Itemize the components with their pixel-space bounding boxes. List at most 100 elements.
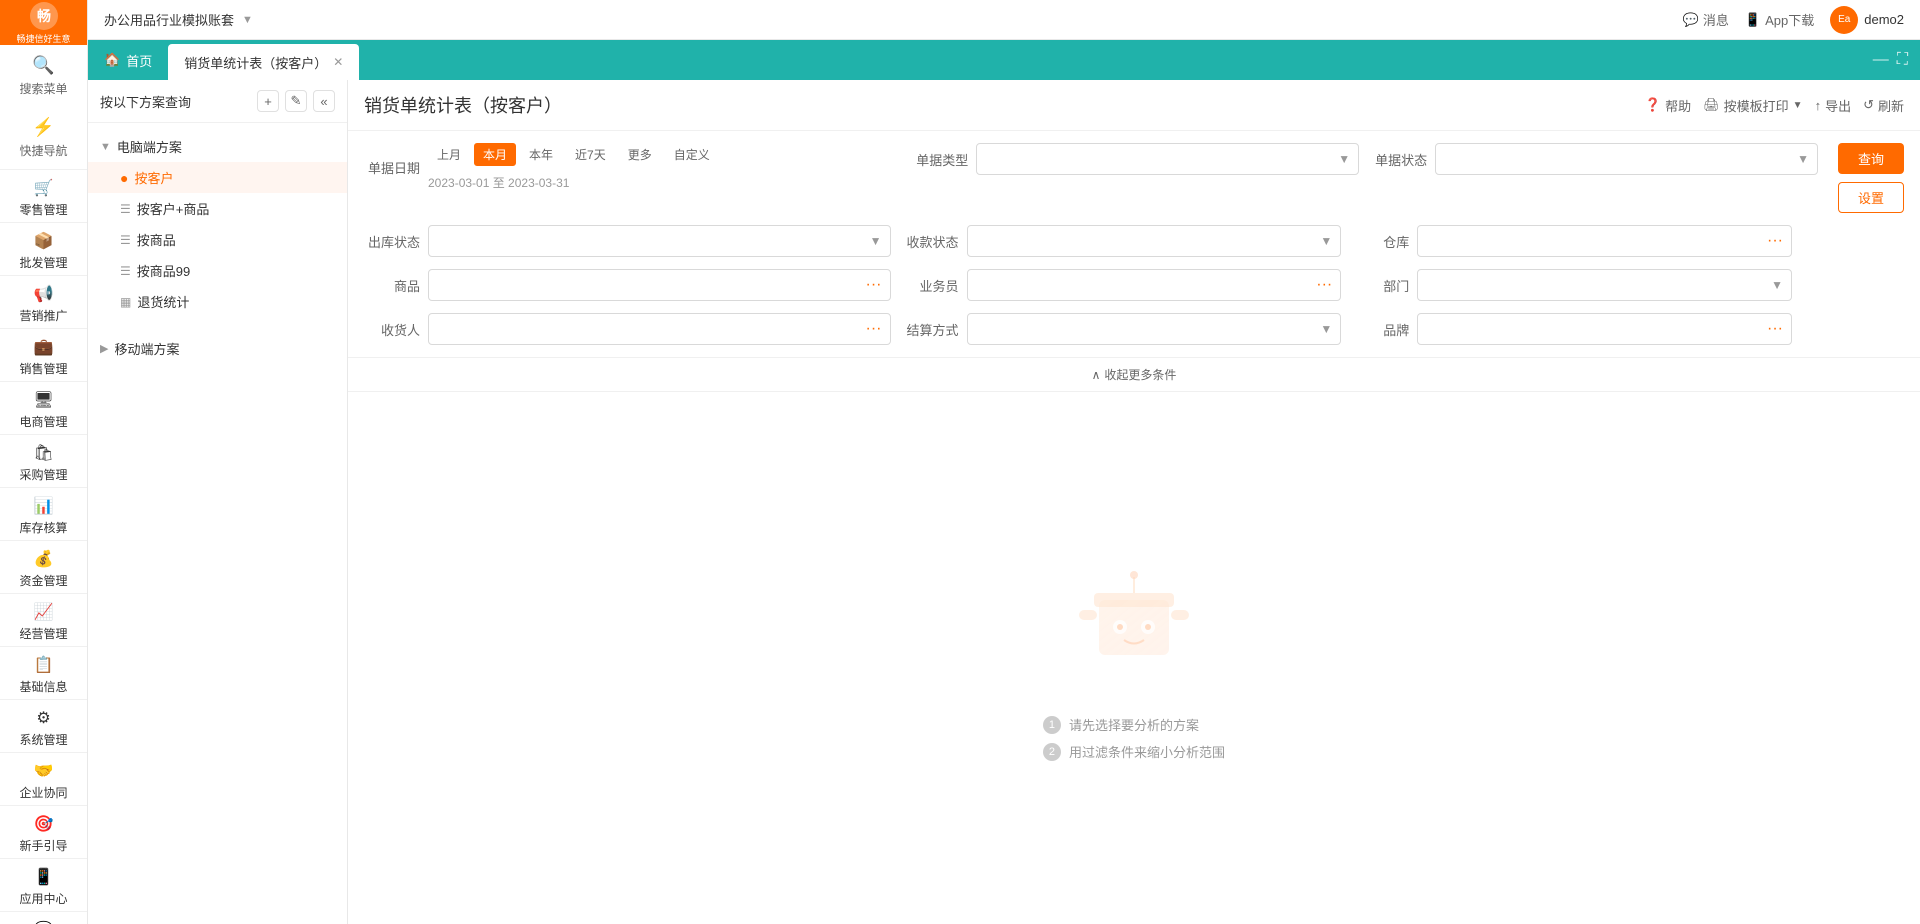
sidebar-item-retail[interactable]: 🛒 零售管理: [0, 169, 88, 222]
product-dots[interactable]: ···: [866, 276, 882, 294]
sidebar-item-quick-nav[interactable]: ⚡ 快捷导航: [0, 107, 88, 169]
sidebar-item-app-center[interactable]: 📱 应用中心: [0, 858, 88, 911]
date-btn-more[interactable]: 更多: [619, 143, 661, 166]
settlement-select[interactable]: ▼: [967, 313, 1342, 345]
tree-child-return-stats[interactable]: ▦ 退货统计: [88, 286, 347, 317]
date-btn-this-month[interactable]: 本月: [474, 143, 516, 166]
logo-subtitle: 畅捷信好生意: [16, 34, 70, 45]
print-icon: 🖨: [1703, 97, 1720, 113]
brand-input[interactable]: ···: [1417, 313, 1792, 345]
receive-status-label: 收款状态: [903, 232, 959, 251]
page-title: 销货单统计表（按客户）: [364, 92, 562, 130]
settlement-chevron: ▼: [1320, 322, 1332, 336]
app-selector[interactable]: 办公用品行业模拟账套: [104, 10, 234, 29]
tab-minimize-icon[interactable]: —: [1873, 51, 1889, 69]
warehouse-dots[interactable]: ···: [1767, 232, 1783, 250]
tabbar: 🏠 首页 销货单统计表（按客户） ✕ — ⛶: [88, 40, 1920, 80]
page-header: 销货单统计表（按客户） ❓ 帮助 🖨 按模板打印 ▼ ↑ 导出: [348, 80, 1920, 131]
receive-status-select[interactable]: ▼: [967, 225, 1342, 257]
refresh-button[interactable]: ↺ 刷新: [1863, 96, 1904, 115]
list-icon: ☰: [120, 233, 131, 247]
consignee-dots[interactable]: ···: [866, 320, 882, 338]
tab-actions: — ⛶: [1873, 51, 1920, 69]
brand-dots[interactable]: ···: [1767, 320, 1783, 338]
department-select[interactable]: ▼: [1417, 269, 1792, 301]
tree-parent-mobile[interactable]: ▶ 移动端方案: [88, 333, 347, 364]
date-btn-custom[interactable]: 自定义: [665, 143, 719, 166]
sidebar-item-cooperation[interactable]: 🤝 企业协同: [0, 752, 88, 805]
date-btn-7days[interactable]: 近7天: [566, 143, 615, 166]
empty-state: 1 请先选择要分析的方案 2 用过滤条件来缩小分析范围: [348, 392, 1920, 924]
action-buttons: 查询 设置: [1838, 143, 1904, 213]
cooperation-icon: 🤝: [34, 761, 54, 781]
order-status-chevron: ▼: [1797, 152, 1809, 166]
tree-child-by-customer-product[interactable]: ☰ 按客户+商品: [88, 193, 347, 224]
out-status-select[interactable]: ▼: [428, 225, 891, 257]
warehouse-select[interactable]: ···: [1417, 225, 1792, 257]
sidebar-item-label: 采购管理: [19, 466, 67, 483]
date-btn-last-month[interactable]: 上月: [428, 143, 470, 166]
order-type-select[interactable]: ▼: [976, 143, 1359, 175]
template-print-button[interactable]: 🖨 按模板打印 ▼: [1703, 96, 1802, 115]
sidebar-item-system[interactable]: ⚙ 系统管理: [0, 699, 88, 752]
tab-home[interactable]: 🏠 首页: [88, 40, 168, 80]
tab-close-icon[interactable]: ✕: [333, 55, 343, 69]
query-button[interactable]: 查询: [1838, 143, 1904, 174]
tree-parent-desktop[interactable]: ▼ 电脑端方案: [88, 131, 347, 162]
sidebar-item-finance[interactable]: 💰 资金管理: [0, 540, 88, 593]
sidebar-item-label: 资金管理: [19, 572, 67, 589]
sidebar-item-inventory[interactable]: 📊 库存核算: [0, 487, 88, 540]
help-button[interactable]: ❓ 帮助: [1645, 96, 1691, 115]
sidebar-item-enterprise-wechat[interactable]: 💬 企业微信: [0, 911, 88, 924]
app-logo[interactable]: 畅 畅捷信好生意: [0, 0, 88, 45]
sidebar-item-label: 应用中心: [19, 890, 67, 907]
tree-child-by-product[interactable]: ☰ 按商品: [88, 224, 347, 255]
edit-scheme-button[interactable]: ✎: [285, 90, 307, 112]
sidebar-item-label: 零售管理: [19, 201, 67, 218]
sidebar-item-label: 搜索菜单: [19, 80, 67, 97]
sales-icon: 💼: [34, 337, 54, 357]
collapse-panel-button[interactable]: «: [313, 90, 335, 112]
sidebar-item-wholesale[interactable]: 📦 批发管理: [0, 222, 88, 275]
dropdown-icon[interactable]: ▼: [242, 14, 253, 26]
sidebar-item-ecommerce[interactable]: 🖥 电商管理: [0, 381, 88, 434]
add-scheme-button[interactable]: +: [257, 90, 279, 112]
app-download-button[interactable]: 📱 App下载: [1745, 10, 1814, 29]
sidebar-item-newcomer[interactable]: 🎯 新手引导: [0, 805, 88, 858]
newcomer-icon: 🎯: [34, 814, 54, 834]
main-area: 办公用品行业模拟账套 ▼ 💬 消息 📱 App下载 Ea demo2 🏠 首页 …: [88, 0, 1920, 924]
date-range: 2023-03-01 至 2023-03-31: [428, 174, 900, 191]
tree-child-label: 按商品: [137, 230, 176, 249]
collapse-conditions-button[interactable]: ∧ 收起更多条件: [348, 358, 1920, 392]
receive-status-chevron: ▼: [1320, 234, 1332, 248]
download-icon: 📱: [1745, 12, 1761, 28]
sidebar-item-marketing[interactable]: 📢 营销推广: [0, 275, 88, 328]
settings-button[interactable]: 设置: [1838, 182, 1904, 213]
sidebar-item-sales[interactable]: 💼 销售管理: [0, 328, 88, 381]
left-panel-header: 按以下方案查询 + ✎ «: [88, 80, 347, 123]
tree-child-by-product-99[interactable]: ☰ 按商品99: [88, 255, 347, 286]
export-button[interactable]: ↑ 导出: [1815, 96, 1852, 115]
department-chevron: ▼: [1771, 278, 1783, 292]
messages-button[interactable]: 💬 消息: [1683, 10, 1729, 29]
sidebar-item-basic-info[interactable]: 📋 基础信息: [0, 646, 88, 699]
salesperson-label: 业务员: [903, 276, 959, 295]
sidebar-item-purchase[interactable]: 🛍 采购管理: [0, 434, 88, 487]
date-btn-this-year[interactable]: 本年: [520, 143, 562, 166]
tree-child-by-customer[interactable]: ● 按客户: [88, 162, 347, 193]
user-menu[interactable]: Ea demo2: [1830, 6, 1904, 34]
left-panel-icons: + ✎ «: [257, 90, 335, 112]
refresh-icon: ↺: [1863, 97, 1874, 113]
sidebar-item-operations[interactable]: 📈 经营管理: [0, 593, 88, 646]
page-actions: ❓ 帮助 🖨 按模板打印 ▼ ↑ 导出 ↺ 刷新: [1645, 96, 1904, 127]
left-panel-title: 按以下方案查询: [100, 92, 191, 111]
order-status-select[interactable]: ▼: [1435, 143, 1818, 175]
salesperson-input[interactable]: ···: [967, 269, 1342, 301]
product-input[interactable]: ···: [428, 269, 891, 301]
tab-expand-icon[interactable]: ⛶: [1897, 51, 1908, 69]
salesperson-dots[interactable]: ···: [1316, 276, 1332, 294]
sidebar-item-search[interactable]: 🔍 搜索菜单: [0, 45, 88, 107]
tab-sales-stats[interactable]: 销货单统计表（按客户） ✕: [168, 44, 359, 80]
consignee-input[interactable]: ···: [428, 313, 891, 345]
out-status-chevron: ▼: [870, 234, 882, 248]
